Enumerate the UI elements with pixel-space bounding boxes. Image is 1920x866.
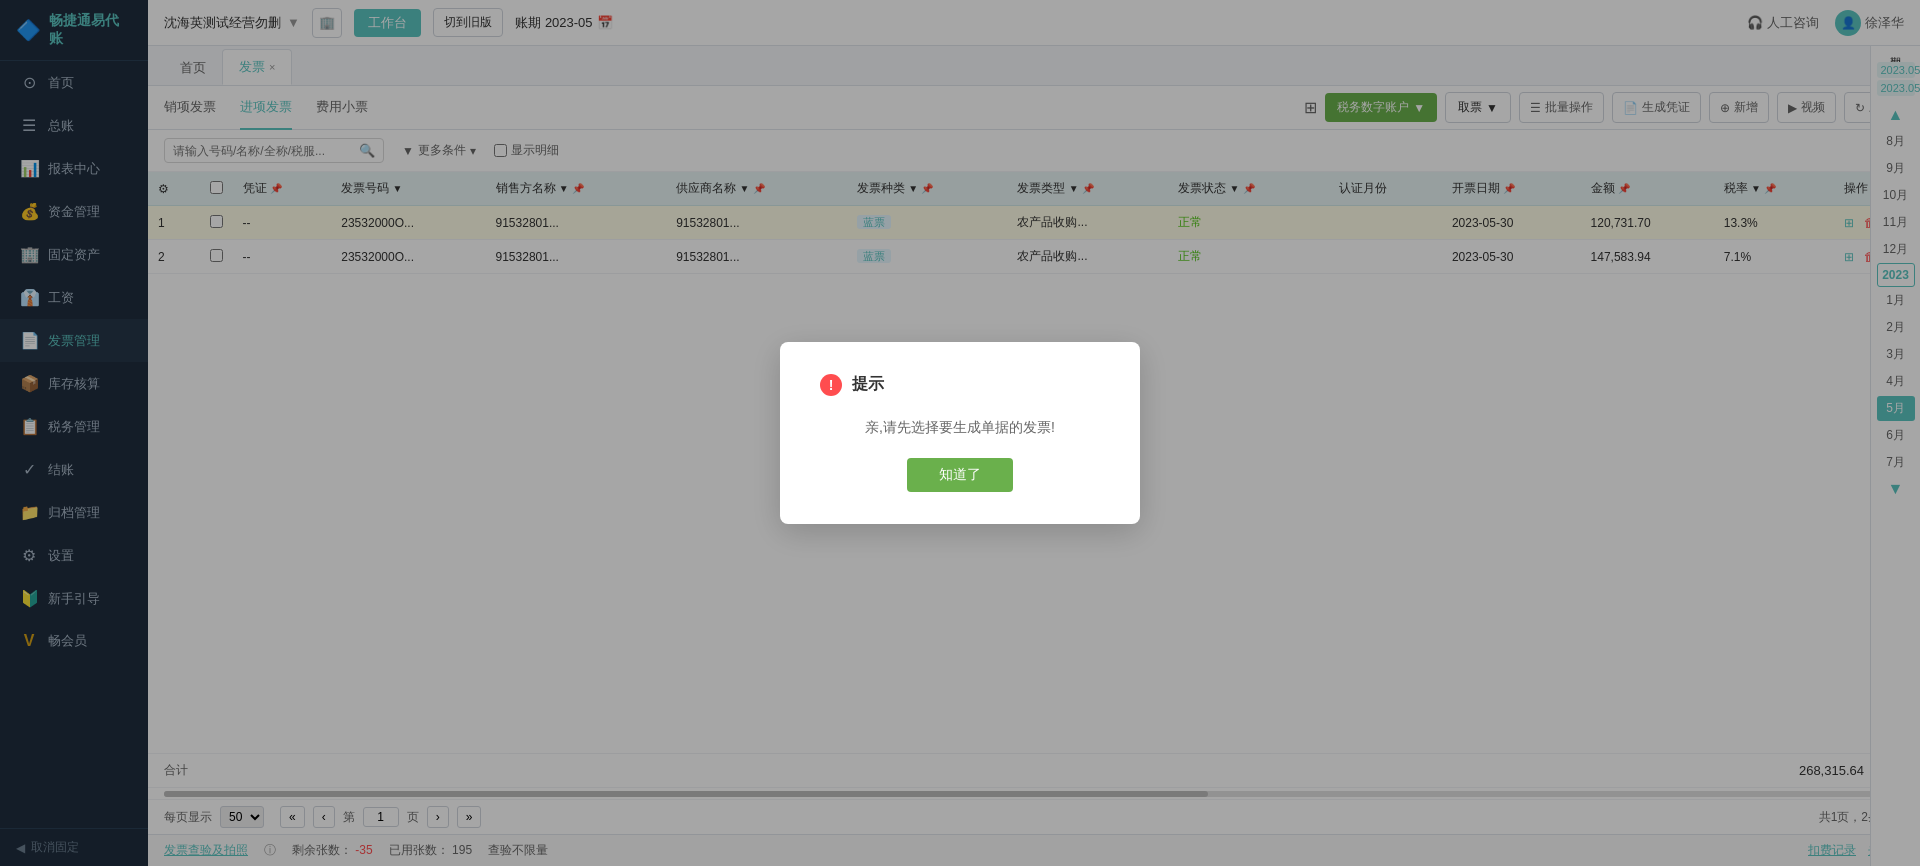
modal-ok-button[interactable]: 知道了 [907,458,1013,492]
modal-title: 提示 [852,374,884,395]
warning-icon: ! [820,374,842,396]
modal-message: 亲,请先选择要生成单据的发票! [865,416,1055,438]
modal-overlay[interactable]: ! 提示 亲,请先选择要生成单据的发票! 知道了 [0,0,1920,866]
modal-dialog: ! 提示 亲,请先选择要生成单据的发票! 知道了 [780,342,1140,524]
modal-title-row: ! 提示 [820,374,884,396]
